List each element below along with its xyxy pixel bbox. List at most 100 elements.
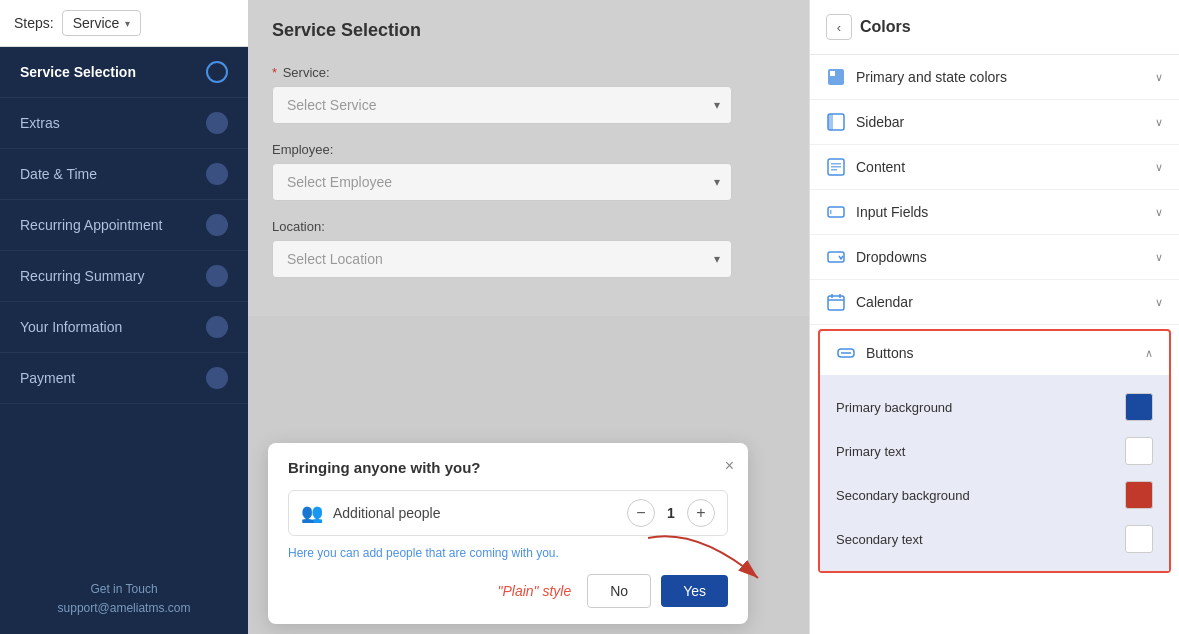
color-section-content: Content ∨ xyxy=(810,145,1179,190)
main-content-wrapper: Service Selection * Service: Select Serv… xyxy=(248,0,809,634)
secondary-text-swatch[interactable] xyxy=(1125,525,1153,553)
buttons-section-chevron: ∧ xyxy=(1145,347,1153,360)
location-select[interactable]: Select Location xyxy=(272,240,732,278)
people-icon: 👥 xyxy=(301,502,323,524)
color-section-input-header[interactable]: Input Fields ∨ xyxy=(810,190,1179,234)
sidebar-nav: Service Selection Extras Date & Time Rec… xyxy=(0,47,248,564)
people-row: 👥 Additional people − 1 + xyxy=(288,490,728,536)
sidebar-item-payment[interactable]: Payment xyxy=(0,353,248,404)
sidebar-item-label: Payment xyxy=(20,370,75,386)
svg-rect-4 xyxy=(828,114,833,130)
content-section-chevron: ∨ xyxy=(1155,161,1163,174)
color-section-calendar: Calendar ∨ xyxy=(810,280,1179,325)
employee-label: Employee: xyxy=(272,142,785,157)
counter-value: 1 xyxy=(663,505,679,521)
svg-rect-8 xyxy=(831,169,837,171)
secondary-bg-label: Secondary background xyxy=(836,488,970,503)
content-section-icon xyxy=(826,157,846,177)
increment-button[interactable]: + xyxy=(687,499,715,527)
yes-button[interactable]: Yes xyxy=(661,575,728,607)
step-indicator-recurring xyxy=(206,214,228,236)
service-form-group: * Service: Select Service ▾ xyxy=(272,65,785,124)
color-section-dropdowns: Dropdowns ∨ xyxy=(810,235,1179,280)
service-select[interactable]: Select Service xyxy=(272,86,732,124)
buttons-expanded-content: Primary background Primary text Secondar… xyxy=(820,375,1169,571)
primary-bg-swatch[interactable] xyxy=(1125,393,1153,421)
color-section-calendar-header[interactable]: Calendar ∨ xyxy=(810,280,1179,324)
color-section-input-fields: Input Fields ∨ xyxy=(810,190,1179,235)
sidebar-item-label: Extras xyxy=(20,115,60,131)
content-area: Service Selection * Service: Select Serv… xyxy=(248,0,809,634)
primary-text-swatch[interactable] xyxy=(1125,437,1153,465)
steps-label: Steps: xyxy=(14,15,54,31)
service-panel-title: Service Selection xyxy=(272,20,785,41)
input-section-icon xyxy=(826,202,846,222)
color-row-primary-bg: Primary background xyxy=(836,385,1153,429)
color-section-content-header[interactable]: Content ∨ xyxy=(810,145,1179,189)
color-section-sidebar-header[interactable]: Sidebar ∨ xyxy=(810,100,1179,144)
service-required: * xyxy=(272,65,277,80)
sidebar-item-date-time[interactable]: Date & Time xyxy=(0,149,248,200)
svg-rect-2 xyxy=(830,71,835,76)
sidebar-item-your-information[interactable]: Your Information xyxy=(0,302,248,353)
sidebar-item-extras[interactable]: Extras xyxy=(0,98,248,149)
sidebar-item-label: Your Information xyxy=(20,319,122,335)
sidebar-item-label: Date & Time xyxy=(20,166,97,182)
svg-rect-12 xyxy=(828,296,844,310)
back-button[interactable]: ‹ xyxy=(826,14,852,40)
colors-panel: ‹ Colors Primary and state colors ∨ Side… xyxy=(809,0,1179,634)
service-label-text: Service: xyxy=(283,65,330,80)
footer-line2: support@ameliatms.com xyxy=(20,599,228,618)
step-indicator-extras xyxy=(206,112,228,134)
color-row-primary-text: Primary text xyxy=(836,429,1153,473)
sidebar-item-service-selection[interactable]: Service Selection xyxy=(0,47,248,98)
employee-form-group: Employee: Select Employee ▾ xyxy=(272,142,785,201)
popup-area: Bringing anyone with you? × 👥 Additional… xyxy=(258,443,809,634)
primary-section-chevron: ∨ xyxy=(1155,71,1163,84)
service-select-wrapper: Select Service ▾ xyxy=(272,86,732,124)
steps-dropdown[interactable]: Service ▾ xyxy=(62,10,142,36)
color-section-buttons: Buttons ∧ Primary background Primary tex… xyxy=(818,329,1171,573)
color-row-secondary-bg: Secondary background xyxy=(836,473,1153,517)
buttons-section-icon xyxy=(836,343,856,363)
primary-section-icon xyxy=(826,67,846,87)
primary-section-label: Primary and state colors xyxy=(856,69,1007,85)
popup-close-button[interactable]: × xyxy=(725,457,734,475)
step-indicator-date-time xyxy=(206,163,228,185)
popup-title: Bringing anyone with you? xyxy=(288,459,728,476)
sidebar-footer: Get in Touch support@ameliatms.com xyxy=(0,564,248,634)
secondary-bg-swatch[interactable] xyxy=(1125,481,1153,509)
no-button[interactable]: No xyxy=(587,574,651,608)
decrement-button[interactable]: − xyxy=(627,499,655,527)
left-sidebar: Steps: Service ▾ Service Selection Extra… xyxy=(0,0,248,634)
sidebar-item-recurring-appointment[interactable]: Recurring Appointment xyxy=(0,200,248,251)
dropdowns-section-label: Dropdowns xyxy=(856,249,927,265)
step-indicator-recurring-summary xyxy=(206,265,228,287)
content-section-label: Content xyxy=(856,159,905,175)
calendar-section-icon xyxy=(826,292,846,312)
primary-text-label: Primary text xyxy=(836,444,905,459)
service-label: * Service: xyxy=(272,65,785,80)
people-label: Additional people xyxy=(333,505,617,521)
service-selection-panel: Service Selection * Service: Select Serv… xyxy=(248,0,809,316)
color-section-sidebar: Sidebar ∨ xyxy=(810,100,1179,145)
sidebar-section-chevron: ∨ xyxy=(1155,116,1163,129)
popup-hint: Here you can add people that are coming … xyxy=(288,546,728,560)
sidebar-section-icon xyxy=(826,112,846,132)
steps-current-value: Service xyxy=(73,15,120,31)
input-section-chevron: ∨ xyxy=(1155,206,1163,219)
employee-select[interactable]: Select Employee xyxy=(272,163,732,201)
colors-panel-title: Colors xyxy=(860,18,911,36)
svg-rect-10 xyxy=(830,210,832,214)
sidebar-item-recurring-summary[interactable]: Recurring Summary xyxy=(0,251,248,302)
popup-footer: "Plain" style No Yes xyxy=(288,574,728,608)
buttons-section-header[interactable]: Buttons ∧ xyxy=(820,331,1169,375)
dropdowns-section-icon xyxy=(826,247,846,267)
color-section-dropdowns-header[interactable]: Dropdowns ∨ xyxy=(810,235,1179,279)
buttons-section-label: Buttons xyxy=(866,345,913,361)
chevron-down-icon: ▾ xyxy=(125,18,130,29)
color-section-primary-header[interactable]: Primary and state colors ∨ xyxy=(810,55,1179,99)
step-indicator-your-info xyxy=(206,316,228,338)
color-row-secondary-text: Secondary text xyxy=(836,517,1153,561)
input-section-label: Input Fields xyxy=(856,204,928,220)
